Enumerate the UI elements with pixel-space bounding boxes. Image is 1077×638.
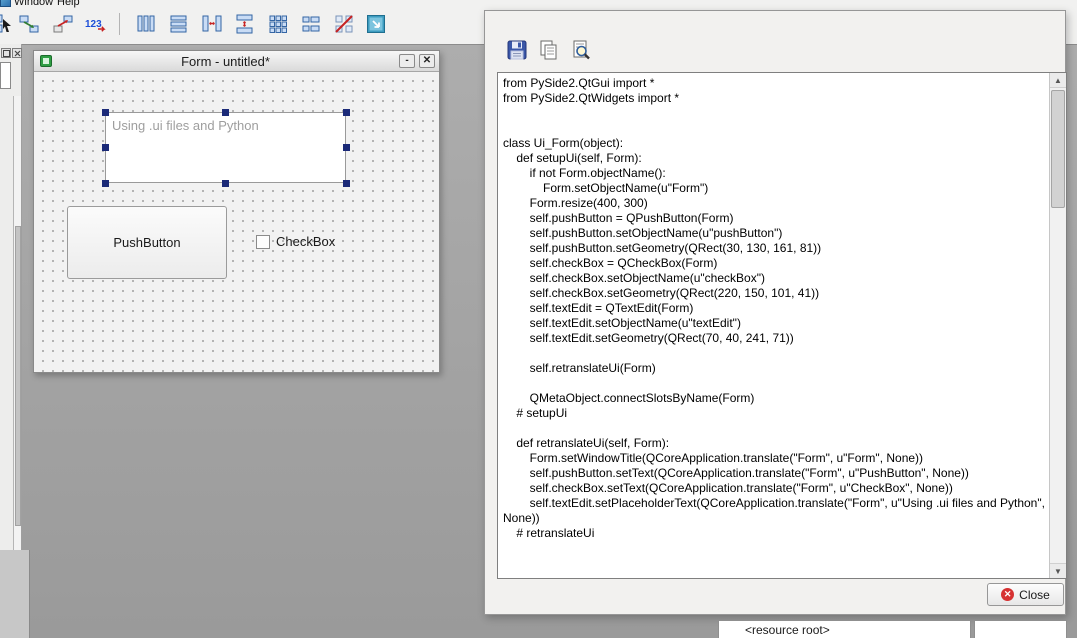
selection-handle-bottom-center[interactable] xyxy=(222,180,229,187)
close-x-icon: ✕ xyxy=(1001,588,1014,601)
scrollbar-thumb[interactable] xyxy=(15,226,21,526)
scroll-up-arrow-icon[interactable]: ▲ xyxy=(1050,73,1066,88)
lay-out-vertically-button[interactable] xyxy=(166,10,192,38)
form-designer-window: Form - untitled* - ✕ Using .ui files and… xyxy=(33,50,440,373)
adjust-size-button[interactable] xyxy=(363,10,389,38)
lay-out-in-grid-icon xyxy=(267,13,289,35)
edit-tab-order-button[interactable]: 123 xyxy=(82,10,108,38)
selection-handle-top-center[interactable] xyxy=(222,109,229,116)
scrollbar-thumb[interactable] xyxy=(1051,90,1065,208)
selection-handle-mid-left[interactable] xyxy=(102,144,109,151)
lay-out-horizontally-button[interactable] xyxy=(133,10,159,38)
toolbar-separator xyxy=(119,13,120,35)
checkbox-box[interactable] xyxy=(256,235,270,249)
lay-out-vertically-icon xyxy=(168,13,190,35)
form-title-bar[interactable]: Form - untitled* - ✕ xyxy=(34,51,439,72)
selection-handle-bottom-right[interactable] xyxy=(343,180,350,187)
textedit-widget[interactable]: Using .ui files and Python xyxy=(105,112,346,183)
find-icon xyxy=(570,39,592,61)
widgetbox-filter-fragment[interactable] xyxy=(0,62,11,89)
lay-out-vertically-in-splitter-icon xyxy=(234,13,256,35)
menu-window[interactable]: Window xyxy=(14,0,53,8)
edit-buddies-button[interactable] xyxy=(50,10,76,38)
save-icon xyxy=(506,39,528,61)
copy-icon xyxy=(538,39,560,61)
code-view[interactable]: from PySide2.QtGui import * from PySide2… xyxy=(497,72,1067,579)
edit-signals-slots-button[interactable] xyxy=(16,10,42,38)
dock-float-button[interactable] xyxy=(1,48,11,58)
lay-out-in-form-layout-button[interactable] xyxy=(298,10,324,38)
float-icon xyxy=(3,50,10,57)
lay-out-vertically-in-splitter-button[interactable] xyxy=(232,10,258,38)
code-text: from PySide2.QtGui import * from PySide2… xyxy=(498,73,1049,544)
form-window-icon xyxy=(40,55,52,67)
code-preview-dialog: from PySide2.QtGui import * from PySide2… xyxy=(484,10,1066,615)
qt-designer-screen: Window Help 123 xyxy=(0,0,1077,638)
edit-buddies-icon xyxy=(52,13,74,35)
left-dock-panel xyxy=(0,44,22,550)
break-layout-button[interactable] xyxy=(331,10,357,38)
app-icon xyxy=(0,0,11,7)
close-icon xyxy=(14,50,21,57)
selection-handle-top-left[interactable] xyxy=(102,109,109,116)
checkbox-label: CheckBox xyxy=(276,234,335,249)
scroll-down-arrow-icon[interactable]: ▼ xyxy=(1050,563,1066,578)
lay-out-horizontally-in-splitter-button[interactable] xyxy=(199,10,225,38)
lay-out-horizontally-icon xyxy=(135,13,157,35)
resource-browser-side-panel xyxy=(974,620,1067,638)
edit-signals-slots-icon xyxy=(18,13,40,35)
pushbutton-widget[interactable]: PushButton xyxy=(67,206,227,279)
edit-widgets-button[interactable] xyxy=(0,10,17,38)
save-button[interactable] xyxy=(504,37,530,63)
lay-out-in-grid-button[interactable] xyxy=(265,10,291,38)
lay-out-horizontally-in-splitter-icon xyxy=(201,13,223,35)
edit-tab-order-icon: 123 xyxy=(84,13,106,35)
widgetbox-scrollbar[interactable] xyxy=(13,96,21,550)
selection-handle-bottom-left[interactable] xyxy=(102,180,109,187)
menu-help[interactable]: Help xyxy=(57,0,80,8)
resource-browser-panel: <resource root> xyxy=(718,620,971,638)
form-canvas[interactable]: Using .ui files and Python PushButton Ch… xyxy=(34,72,439,372)
dock-close-button[interactable] xyxy=(12,48,22,58)
close-window-button[interactable]: ✕ xyxy=(419,54,435,68)
find-button[interactable] xyxy=(568,37,594,63)
minimize-button[interactable]: - xyxy=(399,54,415,68)
selection-handle-mid-right[interactable] xyxy=(343,144,350,151)
resource-root-item[interactable]: <resource root> xyxy=(719,621,970,637)
textedit-placeholder: Using .ui files and Python xyxy=(106,113,345,138)
copy-button[interactable] xyxy=(536,37,562,63)
code-vertical-scrollbar[interactable]: ▲ ▼ xyxy=(1049,73,1066,578)
lay-out-in-form-layout-icon xyxy=(300,13,322,35)
close-button-label: Close xyxy=(1019,588,1050,602)
checkbox-widget[interactable]: CheckBox xyxy=(256,234,335,249)
bottom-left-panel-fragment xyxy=(0,550,30,638)
break-layout-icon xyxy=(333,13,355,35)
selection-handle-top-right[interactable] xyxy=(343,109,350,116)
form-window-title: Form - untitled* xyxy=(52,54,399,69)
edit-widgets-icon xyxy=(0,13,15,35)
close-button[interactable]: ✕ Close xyxy=(987,583,1064,606)
adjust-size-icon xyxy=(365,13,387,35)
menu-bar: Window Help xyxy=(0,0,1077,8)
